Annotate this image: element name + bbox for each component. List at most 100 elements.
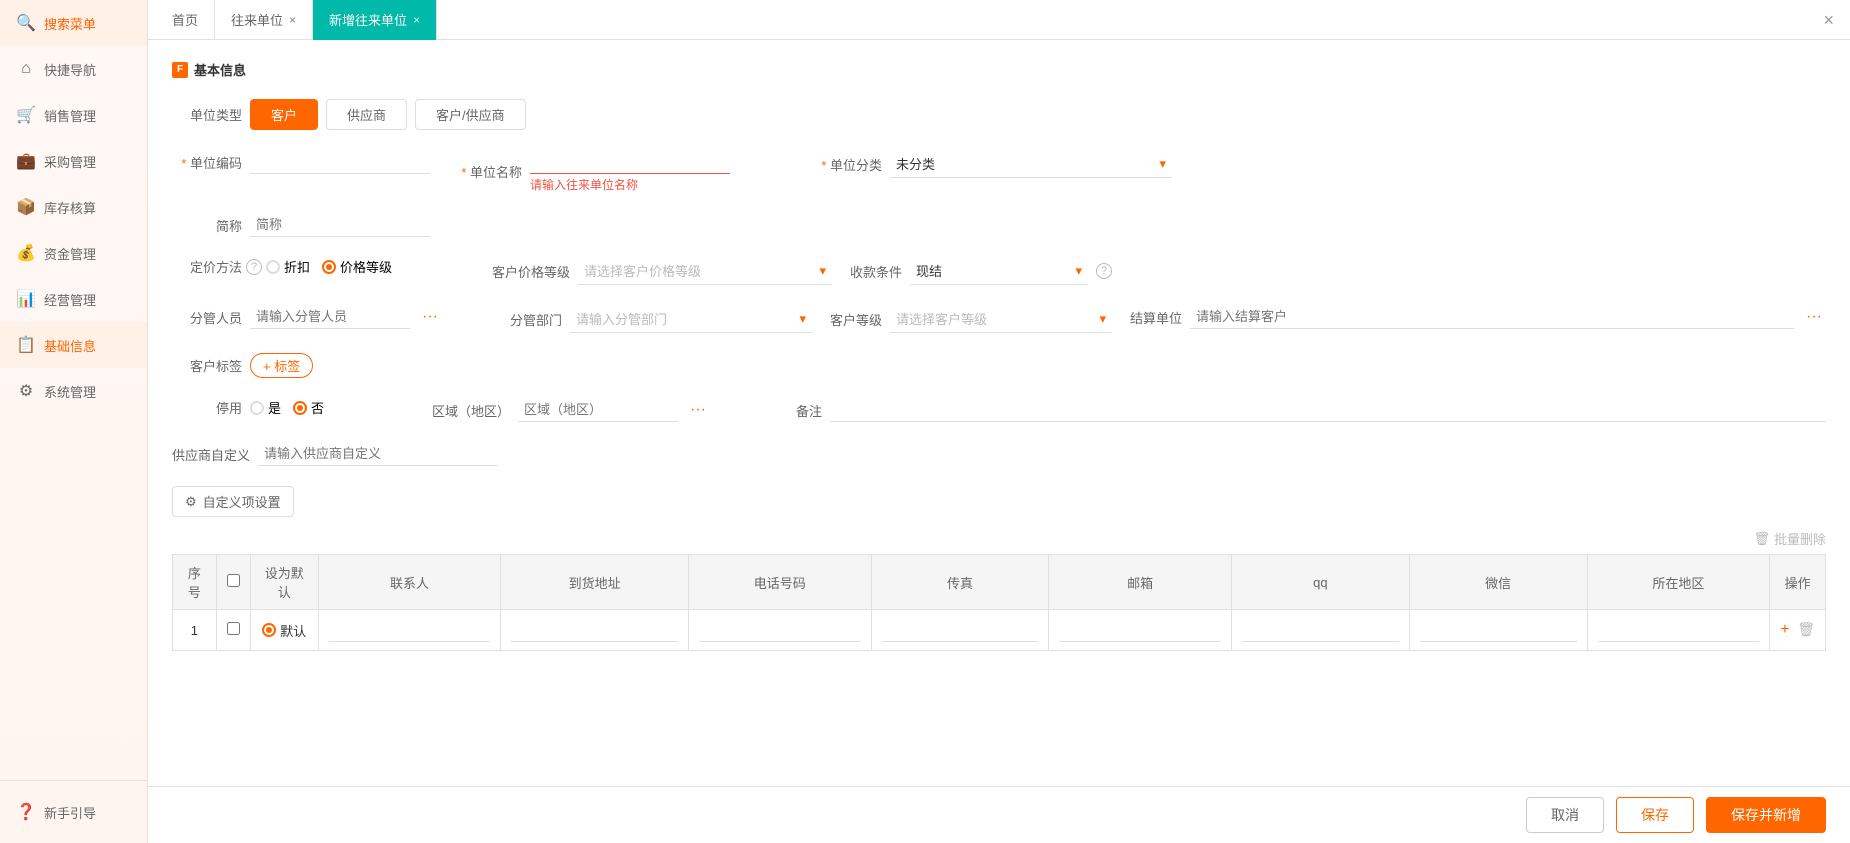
- sidebar-item-system[interactable]: ⚙ 系统管理: [0, 368, 147, 414]
- sidebar-item-guide[interactable]: ❓ 新手引导: [0, 789, 147, 835]
- contact-table: 序号 设为默认 联系人 到货地址 电话号码 传真 邮箱 qq 微信 所在地区 操…: [172, 554, 1826, 651]
- tab-home[interactable]: 首页: [156, 0, 215, 40]
- select-all-checkbox[interactable]: [227, 574, 240, 587]
- wechat-input[interactable]: [1420, 618, 1577, 642]
- tab-new-partner[interactable]: 新增往来单位 ×: [313, 0, 437, 40]
- name-input[interactable]: [530, 150, 730, 174]
- table-row: 1 默认: [173, 610, 1826, 651]
- disabled-yes-radio[interactable]: [250, 401, 264, 415]
- code-label: 单位编码: [172, 153, 242, 172]
- sidebar-item-inventory[interactable]: 📦 库存核算: [0, 184, 147, 230]
- th-wechat: 微信: [1409, 555, 1587, 610]
- delete-row-icon[interactable]: 🗑: [1797, 621, 1815, 637]
- customer-price-label: 客户价格等级: [492, 262, 570, 281]
- short-name-field: 简称: [172, 213, 452, 237]
- default-radio-item[interactable]: 默认: [261, 621, 308, 640]
- add-row-icon[interactable]: +: [1780, 621, 1789, 638]
- disabled-yes[interactable]: 是: [250, 398, 281, 417]
- search-icon: 🔍: [16, 13, 36, 33]
- row-region-input[interactable]: [1598, 618, 1760, 642]
- section-title: F 基本信息: [172, 60, 1826, 79]
- sidebar-item-label: 新手引导: [44, 803, 96, 822]
- sidebar: 🔍 搜索菜单 ⌂ 快捷导航 🛒 销售管理 💼 采购管理 📦 库存核算 💰 资金管…: [0, 0, 148, 843]
- email-input[interactable]: [1059, 618, 1221, 642]
- tab-partners-close[interactable]: ×: [289, 13, 296, 27]
- category-label: 单位分类: [812, 155, 882, 174]
- settlement-more-icon[interactable]: ···: [1802, 306, 1826, 328]
- pricing-discount[interactable]: 折扣: [266, 257, 310, 276]
- name-field: 单位名称 请输入往来单位名称: [452, 150, 812, 193]
- window-close-button[interactable]: ×: [1823, 11, 1834, 29]
- custom-settings-button[interactable]: ⚙ 自定义项设置: [172, 486, 294, 517]
- phone-input[interactable]: [699, 618, 861, 642]
- customer-price-select[interactable]: 请选择客户价格等级 ▾: [578, 257, 832, 285]
- address-input[interactable]: [511, 618, 678, 642]
- sidebar-item-search[interactable]: 🔍 搜索菜单: [0, 0, 147, 46]
- pricing-discount-radio[interactable]: [266, 260, 280, 274]
- name-error-msg: 请输入往来单位名称: [530, 176, 812, 193]
- payment-terms-help-icon[interactable]: ?: [1096, 263, 1112, 279]
- manager-more-icon[interactable]: ···: [418, 306, 442, 328]
- batch-delete[interactable]: 🗑 批量删除: [172, 529, 1826, 548]
- unit-type-both[interactable]: 客户/供应商: [415, 99, 526, 130]
- category-select[interactable]: 未分类 ▾: [890, 150, 1172, 178]
- sidebar-item-label: 资金管理: [44, 244, 96, 263]
- sidebar-item-basic[interactable]: 📋 基础信息: [0, 322, 147, 368]
- code-field: 单位编码 000009: [172, 150, 452, 174]
- save-button[interactable]: 保存: [1616, 797, 1694, 833]
- disabled-no[interactable]: 否: [293, 398, 324, 417]
- notes-label: 备注: [752, 401, 822, 420]
- td-qq: [1232, 610, 1410, 651]
- pricing-radio-group: 折扣 价格等级: [266, 257, 392, 276]
- sidebar-item-finance[interactable]: 💰 资金管理: [0, 230, 147, 276]
- th-email: 邮箱: [1049, 555, 1232, 610]
- pricing-help-icon[interactable]: ?: [246, 259, 262, 275]
- pricing-label: 定价方法: [172, 257, 242, 276]
- manager-input[interactable]: [250, 305, 410, 329]
- tab-partners[interactable]: 往来单位 ×: [215, 0, 313, 40]
- default-radio[interactable]: [262, 623, 276, 637]
- notes-input[interactable]: [830, 398, 1826, 422]
- save-new-button[interactable]: 保存并新增: [1706, 797, 1826, 833]
- dept-select[interactable]: 请输入分管部门 ▾: [570, 305, 812, 333]
- sidebar-item-label: 采购管理: [44, 152, 96, 171]
- region-field: 区域（地区） ···: [432, 398, 752, 422]
- row-checkbox[interactable]: [227, 622, 240, 635]
- payment-terms-select[interactable]: 现结 ▾: [910, 257, 1088, 285]
- pricing-price-level-radio[interactable]: [322, 260, 336, 274]
- region-label: 区域（地区）: [432, 401, 510, 420]
- bottom-bar: 取消 保存 保存并新增: [148, 786, 1850, 843]
- dept-label: 分管部门: [492, 310, 562, 329]
- sidebar-item-label: 基础信息: [44, 336, 96, 355]
- customer-level-label: 客户等级: [812, 310, 882, 329]
- tab-bar: 首页 往来单位 × 新增往来单位 × ×: [148, 0, 1850, 40]
- customer-level-select[interactable]: 请选择客户等级 ▾: [890, 305, 1112, 333]
- th-seq: 序号: [173, 555, 217, 610]
- contact-input[interactable]: [329, 618, 491, 642]
- short-name-input[interactable]: [250, 213, 430, 237]
- category-chevron-icon: ▾: [1159, 156, 1166, 172]
- settlement-input[interactable]: [1190, 305, 1794, 329]
- unit-type-supplier[interactable]: 供应商: [326, 99, 407, 130]
- supplier-custom-input[interactable]: [258, 442, 498, 466]
- unit-type-customer[interactable]: 客户: [250, 99, 318, 130]
- region-more-icon[interactable]: ···: [686, 399, 710, 421]
- sales-icon: 🛒: [16, 105, 36, 125]
- sidebar-item-quick-nav[interactable]: ⌂ 快捷导航: [0, 46, 147, 92]
- pricing-price-level[interactable]: 价格等级: [322, 257, 392, 276]
- sidebar-item-ops[interactable]: 📊 经营管理: [0, 276, 147, 322]
- sidebar-item-purchase[interactable]: 💼 采购管理: [0, 138, 147, 184]
- fax-input[interactable]: [882, 618, 1039, 642]
- td-address: [501, 610, 689, 651]
- tab-new-partner-close[interactable]: ×: [413, 13, 420, 27]
- disabled-no-radio[interactable]: [293, 401, 307, 415]
- qq-input[interactable]: [1242, 618, 1399, 642]
- basic-icon: 📋: [16, 335, 36, 355]
- region-input[interactable]: [518, 398, 678, 422]
- payment-terms-label: 收款条件: [832, 262, 902, 281]
- code-input[interactable]: 000009: [250, 150, 430, 174]
- disabled-field: 停用 是 否: [172, 398, 432, 417]
- sidebar-item-sales[interactable]: 🛒 销售管理: [0, 92, 147, 138]
- cancel-button[interactable]: 取消: [1526, 797, 1604, 833]
- tag-add-button[interactable]: + 标签: [250, 353, 313, 378]
